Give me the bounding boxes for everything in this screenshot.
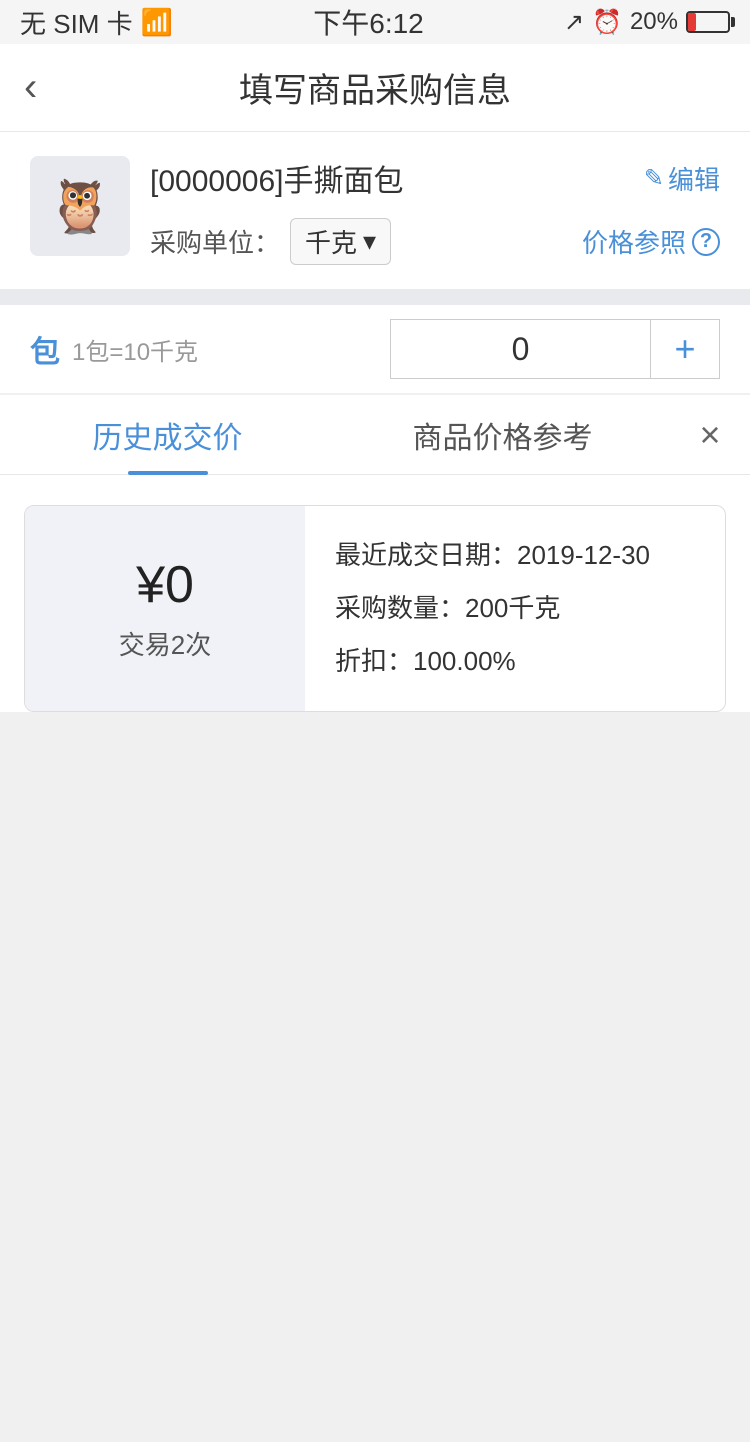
purchase-unit-label: 采购单位： [150, 223, 280, 260]
quantity-input-area: 0 + [390, 319, 720, 379]
product-title: 手撕面包 [283, 165, 403, 198]
status-bar: 无 SIM 卡 📶 下午6:12 ↗ ⏰ 20% [0, 0, 750, 44]
battery-icon [686, 11, 730, 33]
alarm-icon: ⏰ [592, 8, 622, 37]
recent-date-row: 最近成交日期：2019-12-30 [335, 536, 695, 575]
tabs-container: 历史成交价 商品价格参考 × ¥0 交易2次 最近成交日期：2019-12-30… [0, 395, 750, 712]
history-trade-count: 交易2次 [119, 625, 211, 662]
status-right: ↗ ⏰ 20% [564, 8, 730, 37]
edit-label: 编辑 [668, 160, 720, 197]
content-body [0, 742, 750, 1442]
page-title: 填写商品采购信息 [239, 63, 511, 112]
purchase-qty-value: 200千克 [465, 593, 560, 623]
tab-active-underline [128, 471, 208, 475]
nav-bar: ‹ 填写商品采购信息 [0, 44, 750, 132]
back-button[interactable]: ‹ [24, 65, 37, 110]
edit-button[interactable]: ✎ 编辑 [644, 160, 720, 197]
tabs-close-button[interactable]: × [670, 414, 750, 456]
status-left: 无 SIM 卡 📶 [20, 4, 173, 41]
purchase-qty-row: 采购数量：200千克 [335, 589, 695, 628]
tab-product-price-label: 商品价格参考 [413, 413, 593, 457]
product-name-row: [0000006]手撕面包 ✎ 编辑 [150, 156, 720, 200]
tab-product-price-ref[interactable]: 商品价格参考 [335, 395, 670, 475]
section-divider [0, 289, 750, 305]
price-ref-label: 价格参照 [582, 223, 686, 260]
wifi-icon: 📶 [141, 7, 173, 38]
product-name: [0000006]手撕面包 [150, 156, 403, 200]
discount-value: 100.00% [413, 646, 516, 676]
product-thumbnail: 🦉 [30, 156, 130, 256]
price-ref-button[interactable]: 价格参照 ? [582, 223, 720, 260]
purchase-unit-row: 采购单位： 千克 ▾ 价格参照 ? [150, 218, 720, 265]
quantity-display[interactable]: 0 [390, 319, 650, 379]
unit-value: 千克 [305, 223, 357, 260]
recent-date-label: 最近成交日期： [335, 540, 517, 570]
quantity-unit-label: 包 [30, 327, 60, 371]
quantity-unit-hint: 1包=10千克 [72, 332, 390, 367]
price-ref-help-icon: ? [692, 228, 720, 256]
unit-chevron-icon: ▾ [363, 226, 376, 257]
tab-history-label: 历史成交价 [93, 413, 243, 457]
tab-history-price[interactable]: 历史成交价 [0, 395, 335, 475]
product-card: 🦉 [0000006]手撕面包 ✎ 编辑 采购单位： 千克 ▾ [0, 132, 750, 289]
discount-label: 折扣： [335, 646, 413, 676]
product-logo-icon: 🦉 [48, 176, 113, 237]
purchase-qty-label: 采购数量： [335, 593, 465, 623]
quantity-row: 包 1包=10千克 0 + [0, 305, 750, 393]
history-card-left: ¥0 交易2次 [25, 506, 305, 711]
battery-percent: 20% [630, 8, 678, 36]
history-price-value: ¥0 [136, 555, 194, 615]
recent-date-value: 2019-12-30 [517, 540, 650, 570]
sim-label: 无 SIM 卡 [20, 4, 133, 41]
location-icon: ↗ [564, 8, 584, 37]
discount-row: 折扣：100.00% [335, 642, 695, 681]
product-top-row: 🦉 [0000006]手撕面包 ✎ 编辑 采购单位： 千克 ▾ [30, 156, 720, 265]
history-card: ¥0 交易2次 最近成交日期：2019-12-30 采购数量：200千克 折扣：… [24, 505, 726, 712]
edit-icon: ✎ [644, 164, 664, 193]
history-card-right: 最近成交日期：2019-12-30 采购数量：200千克 折扣：100.00% [305, 506, 725, 711]
product-id: [0000006] [150, 165, 283, 198]
product-info: [0000006]手撕面包 ✎ 编辑 采购单位： 千克 ▾ 价格参照 ? [150, 156, 720, 265]
tabs-header: 历史成交价 商品价格参考 × [0, 395, 750, 475]
unit-selector[interactable]: 千克 ▾ [290, 218, 391, 265]
status-time: 下午6:12 [313, 2, 424, 42]
quantity-plus-button[interactable]: + [650, 319, 720, 379]
